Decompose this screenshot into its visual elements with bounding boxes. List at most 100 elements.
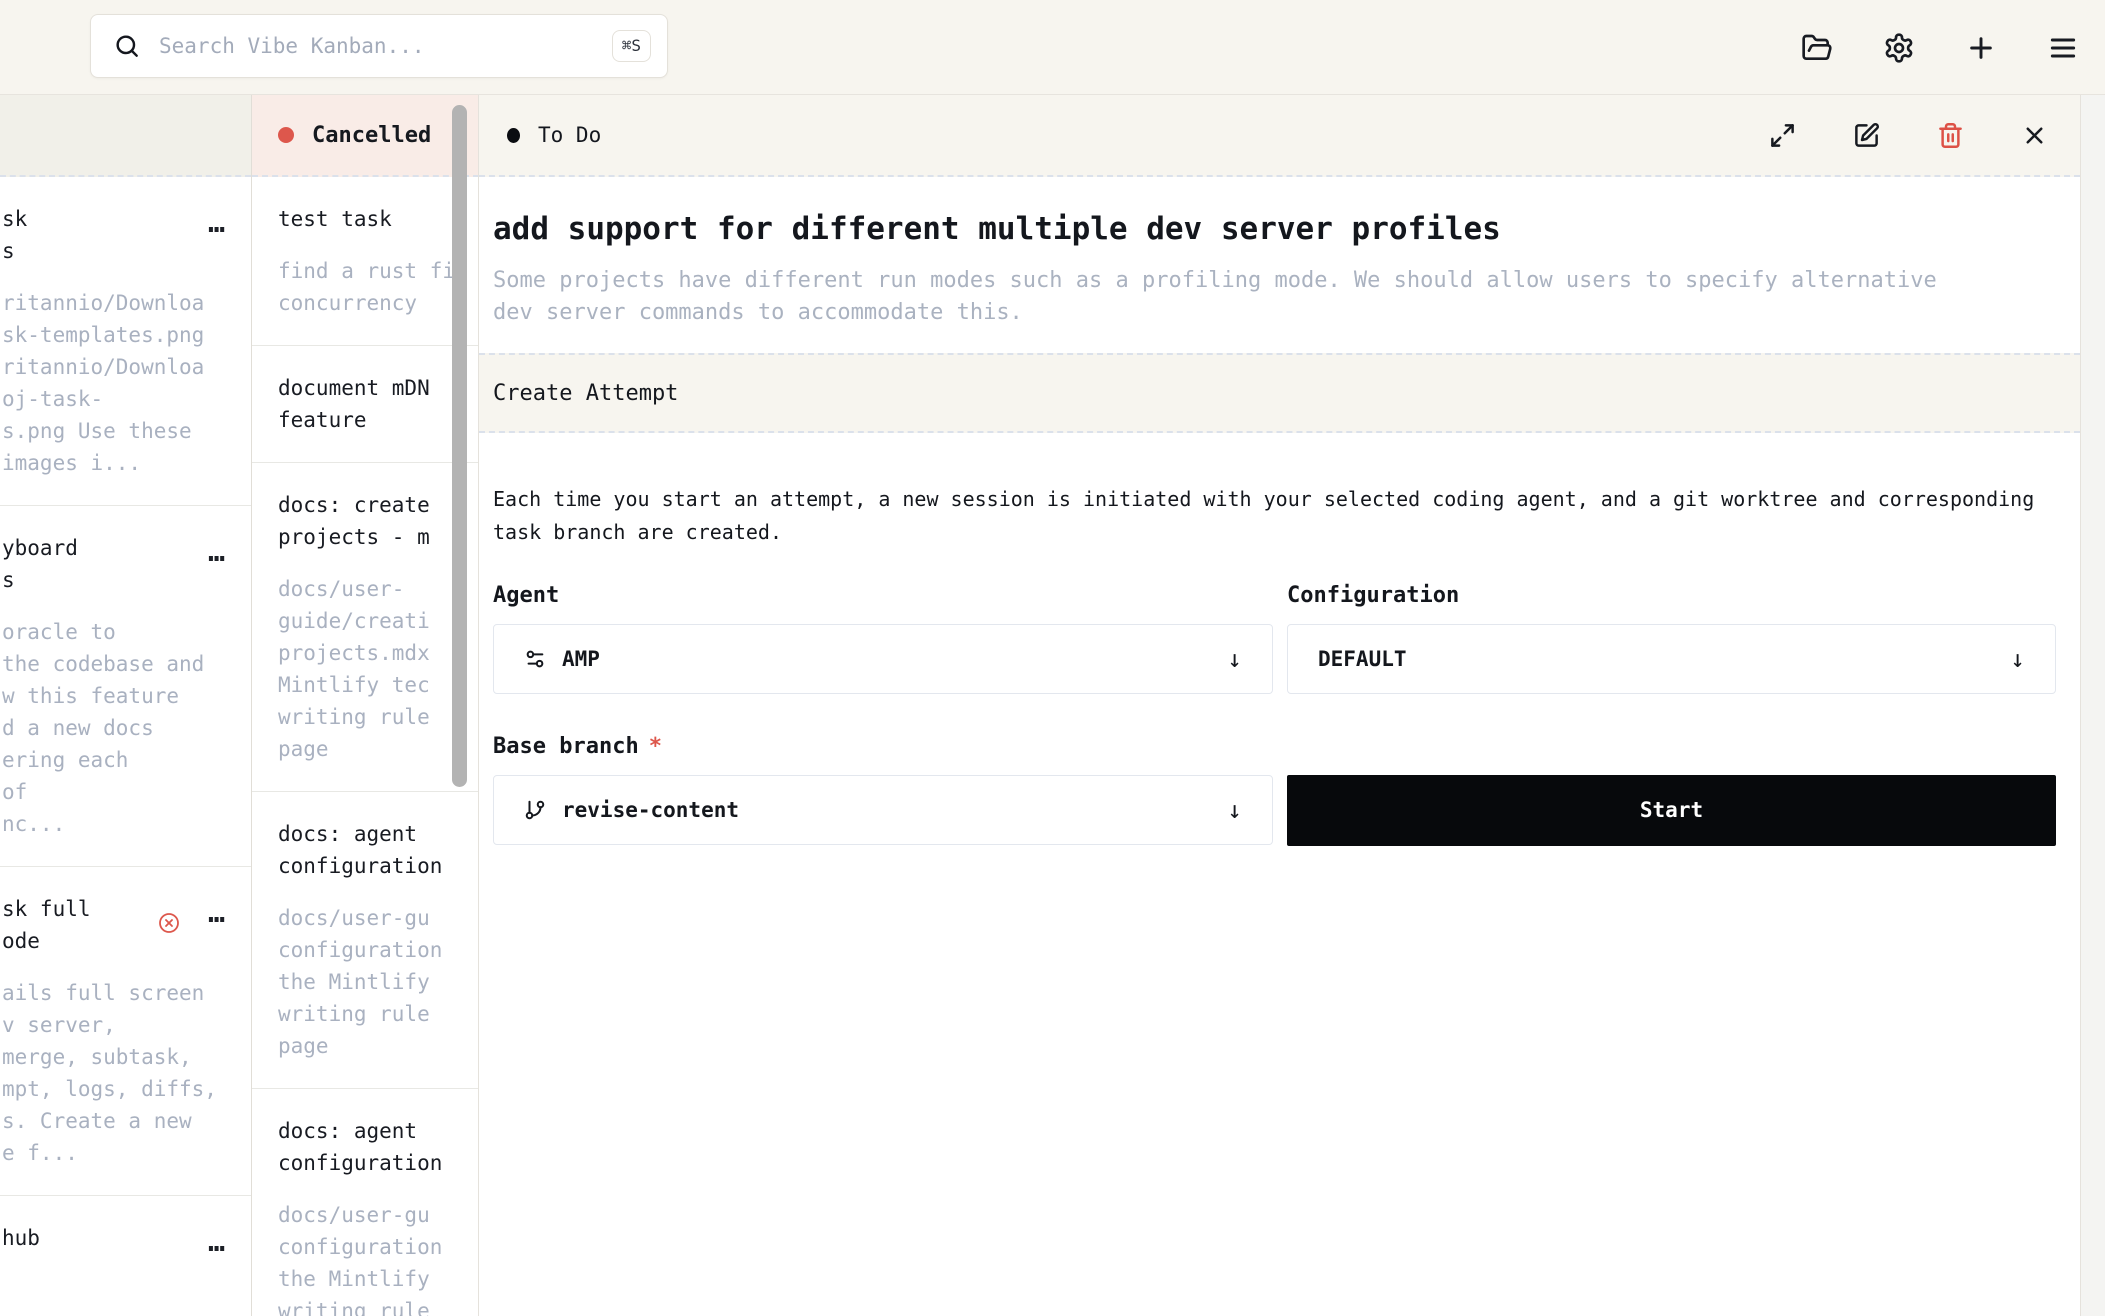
card-body-line: of — [2, 780, 28, 804]
card-body-line: images i... — [2, 451, 142, 475]
card-body-line: the Mintlify — [278, 1267, 430, 1291]
card-body-line: concurrency — [278, 291, 418, 315]
card-menu-button[interactable]: … — [208, 538, 225, 566]
start-button[interactable]: Start — [1287, 775, 2056, 846]
kanban-board: … sk s ritannio/Downloa sk-templates.png… — [0, 95, 2105, 1316]
git-branch-icon — [524, 799, 546, 821]
card-body-line: cs page — [2, 1306, 251, 1316]
kanban-column-cancelled: Cancelled test task find a rust fi concu… — [252, 95, 479, 1316]
card-body-line: sk-templates.png — [2, 323, 205, 347]
card-body-line: guide/creati — [278, 609, 430, 633]
card-title-line: docs: agent — [278, 1119, 418, 1143]
card-body-line: page — [278, 1034, 329, 1058]
task-card[interactable]: … sk full ode ails full screen v server,… — [0, 867, 251, 1196]
agent-value: AMP — [562, 647, 600, 671]
card-body-line: d a new docs — [2, 716, 154, 740]
settings-button[interactable] — [1883, 32, 1915, 64]
task-card[interactable]: docs: agent configuration docs/user-gu c… — [252, 1089, 479, 1316]
card-body-line: configuration — [278, 938, 443, 962]
card-body-line: Mintlify tec — [278, 673, 430, 697]
card-menu-button[interactable]: … — [208, 209, 225, 237]
task-card[interactable]: document mDN feature — [252, 346, 479, 463]
card-body-line: ering each — [2, 748, 129, 772]
folder-open-icon — [1801, 32, 1833, 64]
column-scrollbar[interactable] — [452, 105, 467, 787]
close-panel-button[interactable] — [2018, 119, 2050, 151]
card-body-line: s.png Use these — [2, 419, 192, 443]
required-asterisk: * — [648, 734, 662, 759]
task-description-line: dev server commands to accommodate this. — [493, 300, 1023, 325]
card-body-line: projects.mdx — [278, 641, 430, 665]
sliders-icon — [524, 648, 546, 670]
edit-icon — [1853, 122, 1880, 149]
app-window: ⌘S — [0, 0, 2105, 1316]
agent-label: Agent — [493, 583, 560, 608]
column-header-cancelled: Cancelled — [252, 95, 479, 177]
base-branch-select[interactable]: revise-content ↓ — [493, 775, 1273, 845]
expand-icon — [1769, 122, 1796, 149]
card-body-line: mpt, logs, diffs, — [2, 1077, 217, 1101]
card-title-line: document mDN — [278, 376, 430, 400]
card-body-line: writing rule — [278, 1299, 430, 1316]
task-description-line: Some projects have different run modes s… — [493, 268, 1937, 293]
attempt-info-line: task branch are created. — [493, 520, 782, 544]
base-branch-label: Base branch * — [493, 734, 1273, 759]
attempt-info-text: Each time you start an attempt, a new se… — [493, 483, 2066, 549]
gear-icon — [1883, 32, 1915, 64]
task-detail-header: To Do — [479, 95, 2080, 177]
menu-button[interactable] — [2047, 32, 2079, 64]
delete-task-button[interactable] — [1934, 119, 1966, 151]
expand-button[interactable] — [1766, 119, 1798, 151]
card-body-line: docs/user-gu — [278, 906, 430, 930]
card-body-line: w this feature — [2, 684, 180, 708]
hamburger-menu-icon — [2047, 32, 2079, 64]
search-shortcut-badge: ⌘S — [611, 30, 651, 62]
agent-select[interactable]: AMP ↓ — [493, 624, 1273, 694]
card-body-line: docs/user-gu — [278, 1203, 430, 1227]
card-body-line: writing rule — [278, 705, 430, 729]
task-detail-panel: To Do add support for different multiple… — [478, 95, 2081, 1316]
search-box[interactable]: ⌘S — [90, 14, 668, 78]
open-project-button[interactable] — [1801, 32, 1833, 64]
plus-icon — [1965, 32, 1997, 64]
card-menu-button[interactable]: … — [208, 1228, 225, 1256]
task-title: add support for different multiple dev s… — [493, 211, 1501, 247]
add-task-button[interactable] — [1965, 32, 1997, 64]
card-title-line: s — [2, 568, 15, 592]
attempt-info-line: Each time you start an attempt, a new se… — [493, 487, 2035, 511]
task-card[interactable]: docs: create projects - m docs/user- gui… — [252, 463, 479, 792]
cancelled-status-dot — [278, 127, 294, 143]
card-title-line: docs: agent — [278, 822, 418, 846]
card-body-line: the codebase and — [2, 652, 205, 676]
task-card[interactable]: … sk s ritannio/Downloa sk-templates.png… — [0, 177, 251, 506]
task-card[interactable]: … yboard s oracle to the codebase and w … — [0, 506, 251, 867]
create-attempt-title: Create Attempt — [493, 380, 679, 406]
card-body-line: writing rule — [278, 1002, 430, 1026]
column-header — [0, 95, 251, 177]
card-body-line: e f... — [2, 1141, 78, 1165]
cancelled-status-icon — [157, 911, 181, 935]
edit-task-button[interactable] — [1850, 119, 1882, 151]
card-body-line: nc... — [2, 812, 66, 836]
configuration-label: Configuration — [1287, 583, 1460, 608]
close-icon — [2021, 122, 2048, 149]
trash-icon — [1937, 122, 1964, 149]
panel-scrollbar-track[interactable] — [2081, 95, 2105, 1316]
card-menu-button[interactable]: … — [208, 899, 225, 927]
base-branch-value: revise-content — [562, 798, 740, 822]
task-card[interactable]: test task find a rust fi concurrency — [252, 177, 479, 346]
chevron-down-icon: ↓ — [1227, 645, 1242, 673]
card-body-line: ritannio/Downloa — [2, 355, 205, 379]
configuration-select[interactable]: DEFAULT ↓ — [1287, 624, 2056, 694]
base-branch-label-text: Base branch — [493, 734, 639, 759]
task-card[interactable]: … hub cs page — [0, 1196, 251, 1316]
task-description: Some projects have different run modes s… — [493, 265, 2066, 329]
chevron-down-icon: ↓ — [1227, 796, 1242, 824]
task-card[interactable]: docs: agent configuration docs/user-gu c… — [252, 792, 479, 1089]
kanban-column-left: … sk s ritannio/Downloa sk-templates.png… — [0, 95, 252, 1316]
create-attempt-section-header: Create Attempt — [479, 353, 2080, 433]
card-body-line: docs/user- — [278, 577, 405, 601]
search-input[interactable] — [159, 34, 612, 58]
card-body-line: oj-task- — [2, 387, 104, 411]
card-title-line: configuration — [278, 854, 443, 878]
